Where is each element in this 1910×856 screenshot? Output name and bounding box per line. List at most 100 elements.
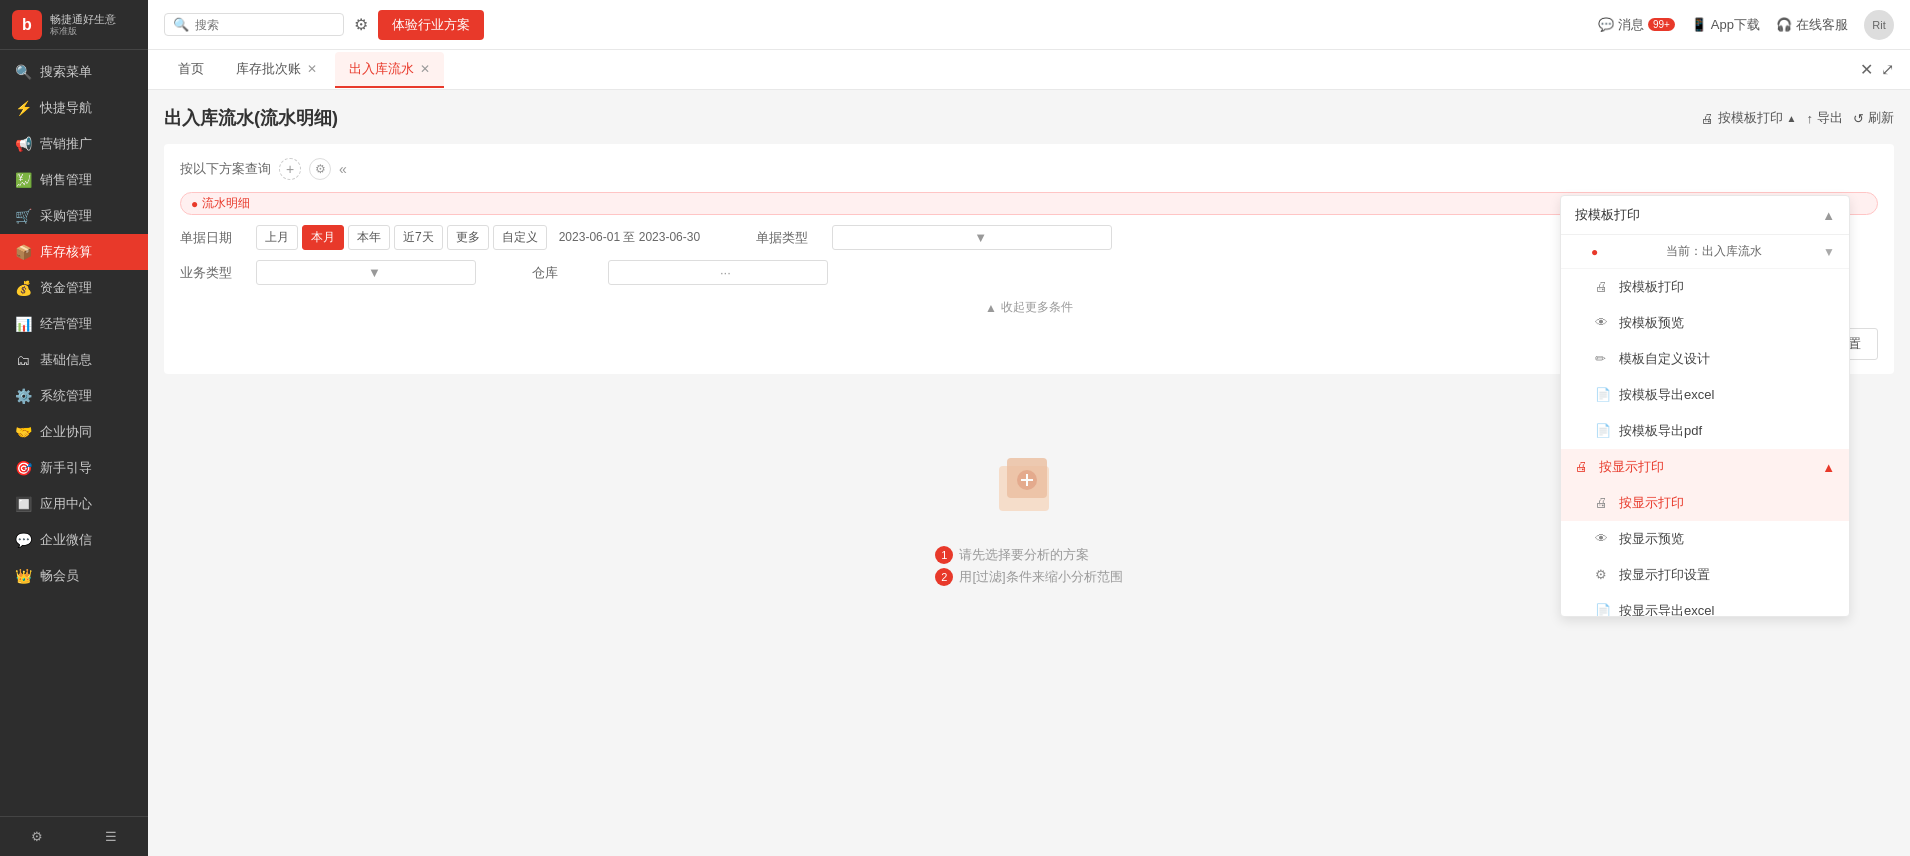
tab-home[interactable]: 首页 xyxy=(164,52,218,88)
filter-header: 按以下方案查询 + ⚙ « xyxy=(180,158,1878,180)
sidebar-item-system[interactable]: ⚙️ 系统管理 xyxy=(0,378,148,414)
window-controls: ✕ ⤢ xyxy=(1860,60,1894,79)
refresh-icon: ↺ xyxy=(1853,111,1864,126)
search-box[interactable]: 🔍 xyxy=(164,13,344,36)
tabs-bar: 首页 库存批次账 ✕ 出入库流水 ✕ ✕ ⤢ xyxy=(148,50,1910,90)
template-export-excel-item[interactable]: 📄 按模板导出excel xyxy=(1561,377,1849,413)
date-label: 单据日期 xyxy=(180,229,240,247)
sidebar-item-enterprise[interactable]: 🤝 企业协同 xyxy=(0,414,148,450)
enterprise-wechat-icon: 💬 xyxy=(14,531,32,549)
printer-icon: 🖨 xyxy=(1701,111,1714,126)
sidebar-item-guide[interactable]: 🎯 新手引导 xyxy=(0,450,148,486)
inventory-icon: 📦 xyxy=(14,243,32,261)
tab-close-flow[interactable]: ✕ xyxy=(420,62,430,76)
print-dropdown-scrollable: 按模板打印 ▲ ● 当前：出入库流水 ▼ 🖨 按模板打印 👁 按模板预览 xyxy=(1561,196,1849,616)
sidebar-item-enterprise-wechat[interactable]: 💬 企业微信 xyxy=(0,522,148,558)
print-dropdown-close-arrow[interactable]: ▲ xyxy=(1822,208,1835,223)
print-dropdown-arrow[interactable]: ▲ xyxy=(1787,113,1797,124)
sidebar-item-base[interactable]: 🗂 基础信息 xyxy=(0,342,148,378)
export-button[interactable]: ↑ 导出 xyxy=(1807,109,1844,127)
print-button[interactable]: 🖨 按模板打印 ▲ xyxy=(1701,109,1797,127)
date-btn-last-7[interactable]: 近7天 xyxy=(394,225,443,250)
page-header: 出入库流水(流水明细) 🖨 按模板打印 ▲ ↑ 导出 ↺ 刷新 xyxy=(164,106,1894,130)
business-label: 业务类型 xyxy=(180,264,240,282)
trial-button[interactable]: 体验行业方案 xyxy=(378,10,484,40)
enterprise-icon: 🤝 xyxy=(14,423,32,441)
display-section-header[interactable]: 🖨 按显示打印 ▲ xyxy=(1561,449,1849,485)
sidebar-bottom: ⚙ ☰ xyxy=(0,816,148,856)
template-excel-icon: 📄 xyxy=(1595,387,1611,403)
topbar-right: 💬 消息 99+ 📱 App下载 🎧 在线客服 Rit xyxy=(1598,10,1894,40)
date-btn-current-year[interactable]: 本年 xyxy=(348,225,390,250)
app-name-text: 畅捷通好生意 标准版 xyxy=(50,12,116,38)
sales-icon: 💹 xyxy=(14,171,32,189)
type-label: 单据类型 xyxy=(756,229,816,247)
sidebar-item-finance[interactable]: 💰 资金管理 xyxy=(0,270,148,306)
display-export-excel-item[interactable]: 📄 按显示导出excel xyxy=(1561,593,1849,616)
warehouse-select[interactable]: ··· xyxy=(608,260,828,285)
refresh-button[interactable]: ↺ 刷新 xyxy=(1853,109,1894,127)
app-download-button[interactable]: 📱 App下载 xyxy=(1691,16,1760,34)
sidebar-item-search[interactable]: 🔍 搜索菜单 xyxy=(0,54,148,90)
empty-illustration xyxy=(989,446,1069,526)
date-btn-custom[interactable]: 自定义 xyxy=(493,225,547,250)
filter-collapse-button[interactable]: « xyxy=(339,161,347,177)
template-preview-item[interactable]: 👁 按模板预览 xyxy=(1561,305,1849,341)
service-button[interactable]: 🎧 在线客服 xyxy=(1776,16,1848,34)
system-icon: ⚙️ xyxy=(14,387,32,405)
sidebar-item-marketing[interactable]: 📢 营销推广 xyxy=(0,126,148,162)
current-label: ● xyxy=(1591,245,1598,259)
date-range-text: 2023-06-01 至 2023-06-30 xyxy=(559,229,700,246)
tab-flow[interactable]: 出入库流水 ✕ xyxy=(335,52,444,88)
tab-batch[interactable]: 库存批次账 ✕ xyxy=(222,52,331,88)
sidebar-item-quick-nav[interactable]: ⚡ 快捷导航 xyxy=(0,90,148,126)
expand-window-button[interactable]: ⤢ xyxy=(1881,60,1894,79)
gear-icon[interactable]: ⚙ xyxy=(354,15,368,34)
sidebar-item-purchase[interactable]: 🛒 采购管理 xyxy=(0,198,148,234)
print-dropdown-current[interactable]: ● 当前：出入库流水 ▼ xyxy=(1561,235,1849,269)
template-custom-icon: ✏ xyxy=(1595,351,1611,367)
template-preview-icon: 👁 xyxy=(1595,315,1611,331)
display-print-settings-item[interactable]: ⚙ 按显示打印设置 xyxy=(1561,557,1849,593)
filter-title: 按以下方案查询 xyxy=(180,160,271,178)
sidebar-item-inventory[interactable]: 📦 库存核算 xyxy=(0,234,148,270)
tab-close-batch[interactable]: ✕ xyxy=(307,62,317,76)
date-btn-last-month[interactable]: 上月 xyxy=(256,225,298,250)
filter-setting-button[interactable]: ⚙ xyxy=(309,158,331,180)
sidebar-item-member[interactable]: 👑 畅会员 xyxy=(0,558,148,594)
warehouse-label: 仓库 xyxy=(532,264,592,282)
date-btn-current-month[interactable]: 本月 xyxy=(302,225,344,250)
template-export-pdf-item[interactable]: 📄 按模板导出pdf xyxy=(1561,413,1849,449)
search-input[interactable] xyxy=(195,18,315,32)
display-preview-item[interactable]: 👁 按显示预览 xyxy=(1561,521,1849,557)
sidebar-logo: b 畅捷通好生意 标准版 xyxy=(0,0,148,50)
template-print-item[interactable]: 🖨 按模板打印 xyxy=(1561,269,1849,305)
message-button[interactable]: 💬 消息 99+ xyxy=(1598,16,1675,34)
collapse-sidebar-button[interactable]: ☰ xyxy=(97,825,125,848)
current-arrow: ▼ xyxy=(1823,245,1835,259)
empty-tip-1: 1 请先选择要分析的方案 xyxy=(935,546,1122,564)
template-custom-item[interactable]: ✏ 模板自定义设计 xyxy=(1561,341,1849,377)
business-select[interactable]: ▼ xyxy=(256,260,476,285)
type-select[interactable]: ▼ xyxy=(832,225,1112,250)
settings-button[interactable]: ⚙ xyxy=(23,825,51,848)
export-icon: ↑ xyxy=(1807,111,1814,126)
user-avatar[interactable]: Rit xyxy=(1864,10,1894,40)
sidebar-item-app-center[interactable]: 🔲 应用中心 xyxy=(0,486,148,522)
sidebar-item-sales[interactable]: 💹 销售管理 xyxy=(0,162,148,198)
page-content: 出入库流水(流水明细) 🖨 按模板打印 ▲ ↑ 导出 ↺ 刷新 xyxy=(148,90,1910,856)
app-center-icon: 🔲 xyxy=(14,495,32,513)
phone-icon: 📱 xyxy=(1691,17,1707,32)
date-btn-more[interactable]: 更多 xyxy=(447,225,489,250)
filter-add-button[interactable]: + xyxy=(279,158,301,180)
empty-tip-2: 2 用[过滤]条件来缩小分析范围 xyxy=(935,568,1122,586)
close-window-button[interactable]: ✕ xyxy=(1860,60,1873,79)
display-settings-icon: ⚙ xyxy=(1595,567,1611,583)
empty-tips: 1 请先选择要分析的方案 2 用[过滤]条件来缩小分析范围 xyxy=(935,542,1122,590)
template-pdf-icon: 📄 xyxy=(1595,423,1611,439)
sidebar-item-business[interactable]: 📊 经营管理 xyxy=(0,306,148,342)
page-actions: 🖨 按模板打印 ▲ ↑ 导出 ↺ 刷新 xyxy=(1701,109,1894,127)
display-print-item[interactable]: 🖨 按显示打印 xyxy=(1561,485,1849,521)
base-icon: 🗂 xyxy=(14,351,32,369)
guide-icon: 🎯 xyxy=(14,459,32,477)
